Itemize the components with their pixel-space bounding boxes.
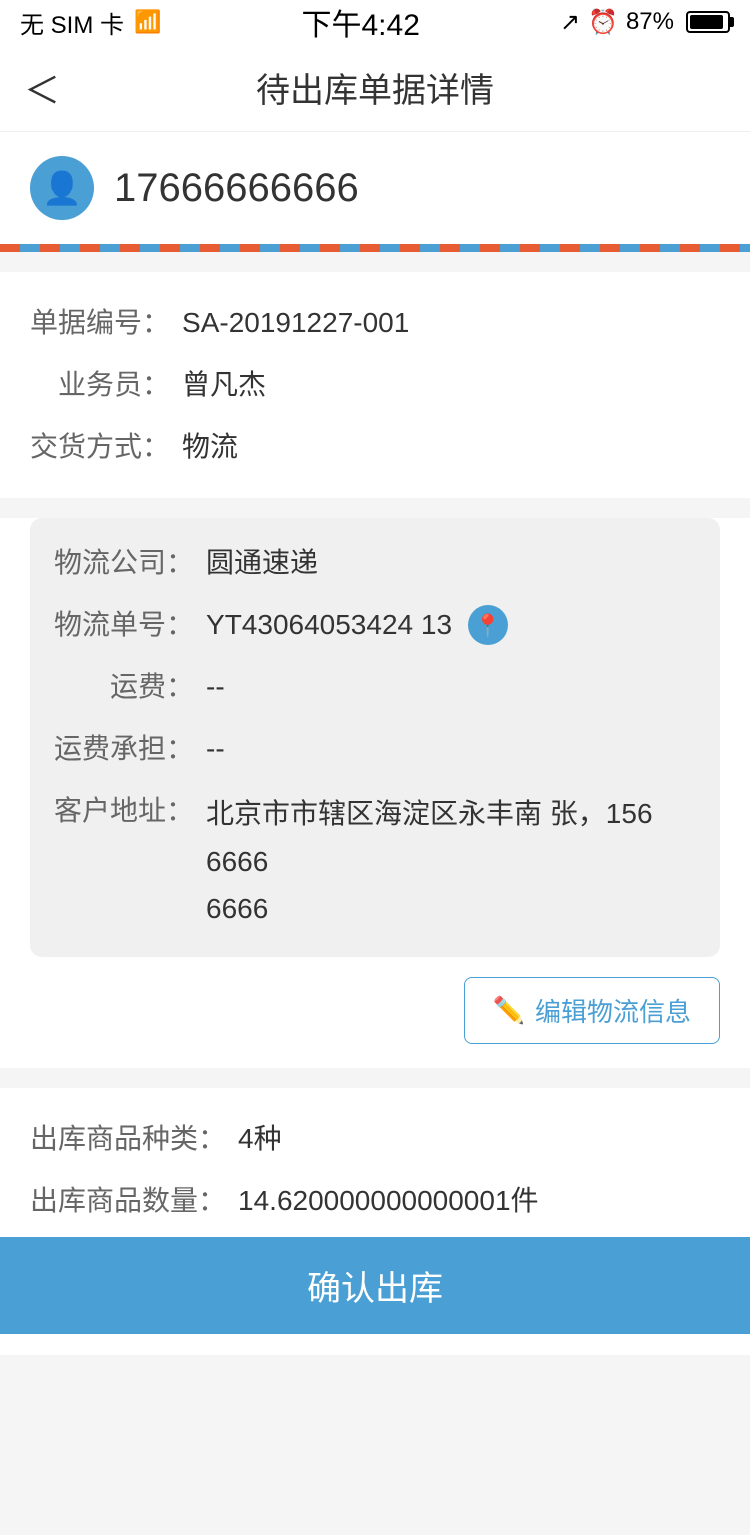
logistics-no-value: YT43064053424 13 (206, 604, 452, 646)
battery-fill (690, 15, 723, 29)
quantity-label: 出库商品数量： (30, 1180, 226, 1222)
outbound-summary-section: 出库商品种类： 4种 出库商品数量： 14.620000000000001件 (0, 1088, 750, 1242)
freight-label: 运费： (54, 666, 194, 708)
back-button[interactable]: ＜ (24, 62, 60, 114)
delivery-row: 交货方式： 物流 (30, 426, 720, 468)
edit-icon: ✏️ (493, 995, 525, 1026)
types-value: 4种 (238, 1118, 720, 1160)
nav-bar: ＜ 待出库单据详情 (0, 44, 750, 132)
order-no-label: 单据编号： (30, 302, 170, 344)
battery-bar (686, 11, 730, 33)
types-label: 出库商品种类： (30, 1118, 226, 1160)
delivery-label: 交货方式： (30, 426, 170, 468)
status-bar: 无 SIM 卡 📶 下午4:42 ↗ ⏰ 87% (0, 0, 750, 44)
battery-percent: 87% (626, 8, 674, 36)
avatar-icon: 👤 (42, 169, 82, 207)
user-header: 👤 17666666666 (0, 132, 750, 244)
logistics-card: 物流公司： 圆通速递 物流单号： YT43064053424 13 📍 运费： … (30, 518, 720, 957)
location-icon: ↗ (560, 8, 580, 37)
salesman-value: 曾凡杰 (182, 364, 720, 406)
edit-logistics-btn-area: ✏️ 编辑物流信息 (0, 977, 750, 1068)
customer-address-row: 客户地址： 北京市市辖区海淀区永丰南 张，156 66666666 (54, 790, 696, 933)
logistics-company-value: 圆通速递 (206, 542, 696, 584)
dashed-separator (0, 244, 750, 252)
salesman-label: 业务员： (30, 364, 170, 406)
logistics-section: 物流公司： 圆通速递 物流单号： YT43064053424 13 📍 运费： … (0, 518, 750, 1068)
quantity-value: 14.620000000000001件 (238, 1180, 720, 1222)
status-left: 无 SIM 卡 📶 (20, 5, 161, 40)
confirm-outbound-button[interactable]: 确认出库 (307, 1261, 443, 1310)
alarm-icon: ⏰ (588, 8, 618, 37)
bottom-spacer (0, 1355, 750, 1535)
logistics-number-row: YT43064053424 13 📍 (194, 604, 508, 646)
delivery-value: 物流 (182, 426, 720, 468)
customer-address-value: 北京市市辖区海淀区永丰南 张，156 66666666 (206, 790, 696, 933)
status-right: ↗ ⏰ 87% (560, 8, 730, 37)
freight-row: 运费： -- (54, 666, 696, 708)
confirm-button-area: 确认出库 (0, 1237, 750, 1334)
location-icon[interactable]: 📍 (468, 605, 508, 645)
page-title: 待出库单据详情 (256, 63, 494, 112)
order-no-value: SA-20191227-001 (182, 302, 720, 344)
avatar: 👤 (30, 156, 94, 220)
wifi-icon: 📶 (134, 9, 161, 35)
edit-logistics-label: 编辑物流信息 (535, 992, 691, 1029)
carrier-text: 无 SIM 卡 (20, 5, 124, 40)
salesman-row: 业务员： 曾凡杰 (30, 364, 720, 406)
customer-address-label: 客户地址： (54, 790, 194, 832)
freight-value: -- (206, 666, 696, 708)
status-time: 下午4:42 (301, 0, 419, 44)
logistics-company-label: 物流公司： (54, 542, 194, 584)
freight-bearer-label: 运费承担： (54, 728, 194, 770)
user-phone: 17666666666 (114, 166, 359, 211)
logistics-company-row: 物流公司： 圆通速递 (54, 542, 696, 584)
order-info-section: 单据编号： SA-20191227-001 业务员： 曾凡杰 交货方式： 物流 (0, 272, 750, 498)
freight-bearer-value: -- (206, 728, 696, 770)
freight-bearer-row: 运费承担： -- (54, 728, 696, 770)
types-row: 出库商品种类： 4种 (30, 1118, 720, 1160)
logistics-no-row: 物流单号： YT43064053424 13 📍 (54, 604, 696, 646)
section-divider-1 (0, 1068, 750, 1088)
logistics-no-label: 物流单号： (54, 604, 194, 646)
order-no-row: 单据编号： SA-20191227-001 (30, 302, 720, 344)
quantity-row: 出库商品数量： 14.620000000000001件 (30, 1180, 720, 1222)
edit-logistics-button[interactable]: ✏️ 编辑物流信息 (464, 977, 720, 1044)
